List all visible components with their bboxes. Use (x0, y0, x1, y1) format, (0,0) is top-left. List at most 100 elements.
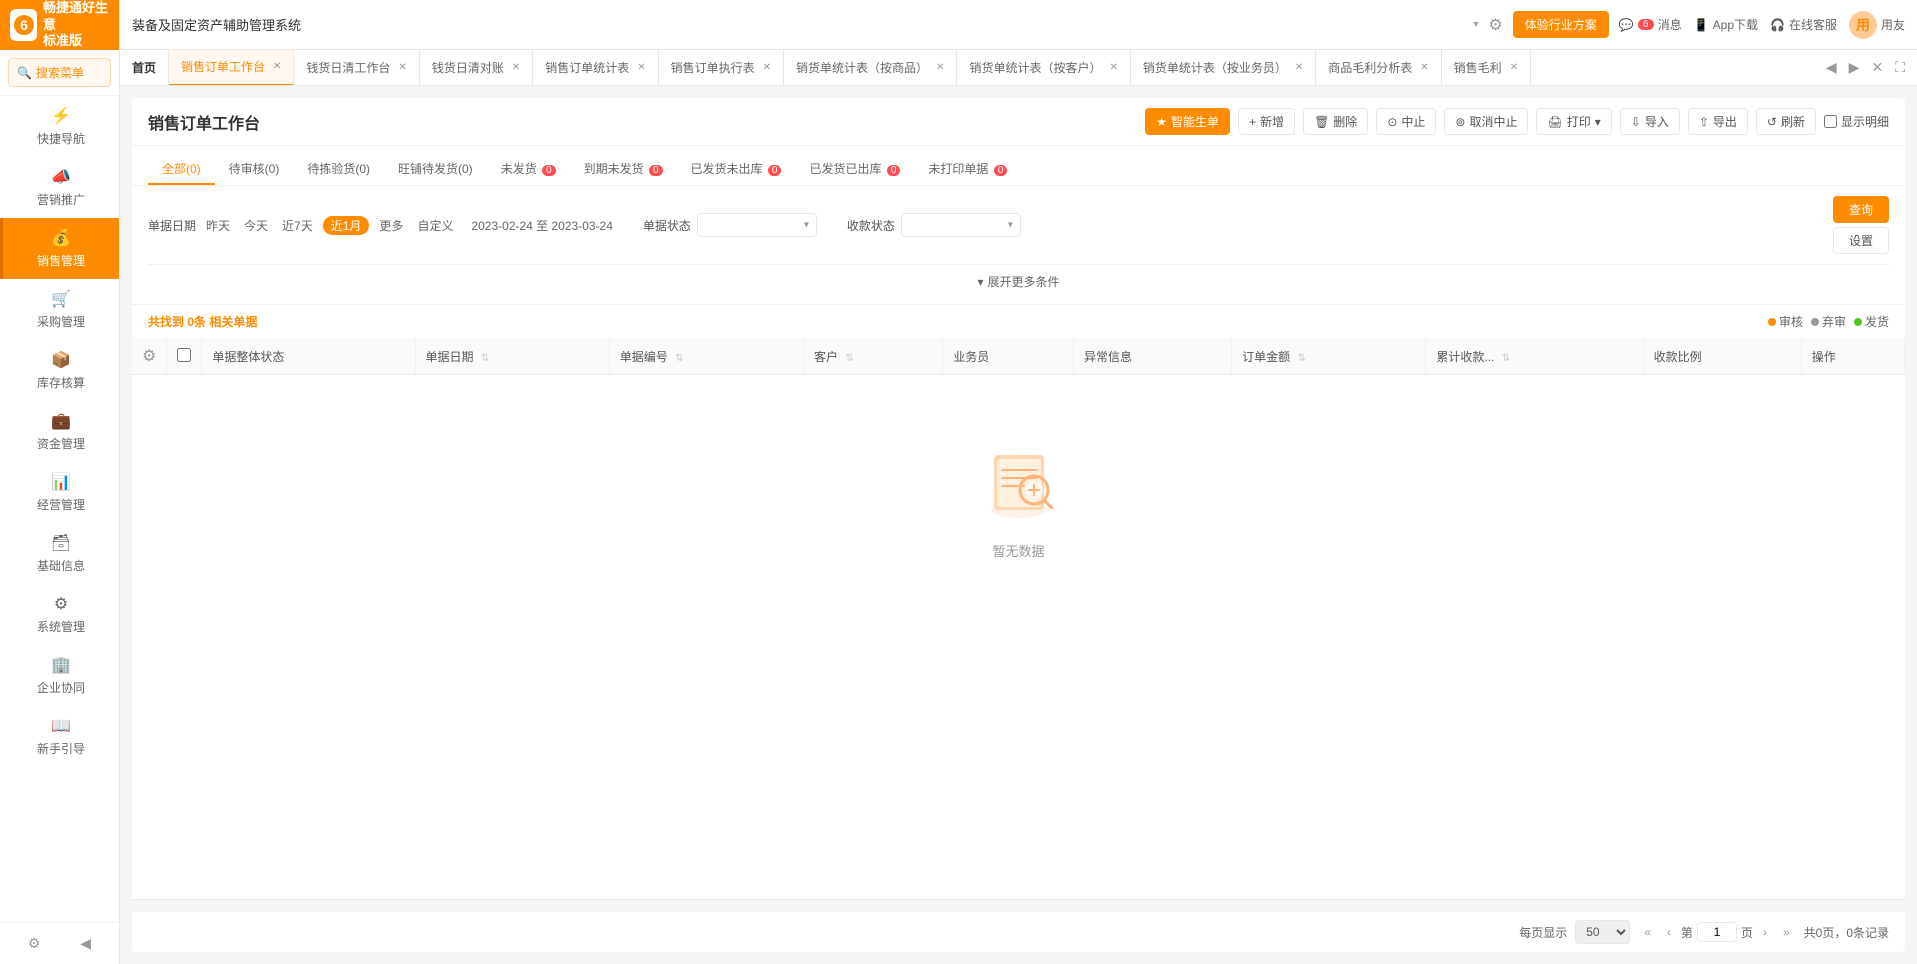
first-page-button[interactable]: « (1638, 923, 1657, 941)
th-customer[interactable]: 客户 ⇅ (804, 338, 943, 375)
tab-home[interactable]: 首页 (120, 50, 169, 86)
tab-close-cash-reconcile[interactable]: ✕ (512, 62, 520, 73)
page-size-select[interactable]: 50 10 20 100 (1575, 920, 1630, 944)
filter-tab-wangpu[interactable]: 旺铺待发货(0) (384, 154, 487, 185)
sidebar-item-guide[interactable]: 📖 新手引导 (0, 706, 119, 767)
date-opt-7days[interactable]: 近7天 (278, 215, 317, 236)
date-opt-1month[interactable]: 近1月 (323, 216, 370, 235)
sidebar-item-basic[interactable]: 🗃 基础信息 (0, 523, 119, 584)
tab-margin-analysis[interactable]: 商品毛利分析表 ✕ (1316, 50, 1441, 86)
print-icon: 🖨 (1547, 115, 1562, 129)
tab-close-margin-analysis[interactable]: ✕ (1420, 62, 1428, 73)
tab-close-all[interactable]: ✕ (1867, 57, 1887, 78)
date-opt-today[interactable]: 今天 (240, 215, 272, 236)
refresh-button[interactable]: ↺ 刷新 (1756, 108, 1816, 135)
tab-cash-reconcile[interactable]: 钱货日清对账 ✕ (420, 50, 533, 86)
sidebar-settings-button[interactable]: ⚙ (24, 931, 45, 956)
cancel-stop-button[interactable]: ⊚ 取消中止 (1444, 108, 1528, 135)
show-detail-checkbox[interactable] (1824, 115, 1837, 128)
date-opt-yesterday[interactable]: 昨天 (202, 215, 234, 236)
filter-tab-shipped-not-out[interactable]: 已发货未出库 0 (677, 154, 796, 185)
sidebar-item-finance[interactable]: 💼 资金管理 (0, 401, 119, 462)
tab-close-sales-profit[interactable]: ✕ (1510, 62, 1518, 73)
tab-sales-product[interactable]: 销货单统计表（按商品） ✕ (784, 50, 957, 86)
header-settings-icon[interactable]: ⚙ (1488, 15, 1502, 35)
sidebar-item-inventory[interactable]: 📦 库存核算 (0, 340, 119, 401)
next-page-button[interactable]: › (1757, 923, 1773, 941)
page-number-input[interactable] (1697, 922, 1737, 942)
cancel-audit-action[interactable]: 弃审 (1811, 313, 1846, 330)
select-all-checkbox[interactable] (177, 348, 191, 362)
delete-button[interactable]: 🗑 删除 (1303, 108, 1368, 135)
industry-solution-button[interactable]: 体验行业方案 (1513, 11, 1609, 38)
tab-scroll-right[interactable]: ▶ (1845, 57, 1864, 78)
smart-create-button[interactable]: ★ 智能生单 (1145, 108, 1230, 135)
tab-scroll-left[interactable]: ◀ (1822, 57, 1841, 78)
empty-state: 暂无数据 (132, 375, 1905, 620)
system-dropdown-arrow[interactable]: ▾ (1473, 19, 1478, 30)
app-download-button[interactable]: 📱 App下载 (1694, 16, 1758, 33)
tab-sales-workbench[interactable]: 销售订单工作台 ✕ (169, 50, 294, 86)
tab-close-sales-customer[interactable]: ✕ (1109, 62, 1117, 73)
show-detail-label[interactable]: 显示明细 (1824, 113, 1889, 130)
tab-close-cash-daily[interactable]: ✕ (398, 62, 406, 73)
tab-maximize[interactable]: ⛶ (1891, 57, 1909, 78)
overdue-badge: 0 (649, 165, 663, 176)
sidebar-item-marketing[interactable]: 📣 营销推广 (0, 157, 119, 218)
th-exception[interactable]: 异常信息 (1073, 338, 1231, 375)
tab-cash-daily[interactable]: 钱货日清工作台 ✕ (294, 50, 419, 86)
tab-sales-staff[interactable]: 销货单统计表（按业务员） ✕ (1131, 50, 1316, 86)
print-button[interactable]: 🖨 打印 ▾ (1536, 108, 1611, 135)
filter-tab-shipped-out[interactable]: 已发货已出库 0 (795, 154, 914, 185)
horizontal-scrollbar[interactable] (132, 899, 1905, 911)
add-button[interactable]: + 新增 (1238, 108, 1295, 135)
tab-close-sales-exec[interactable]: ✕ (763, 62, 771, 73)
audit-action[interactable]: 审核 (1768, 313, 1803, 330)
export-button[interactable]: ⇧ 导出 (1688, 108, 1748, 135)
prev-page-button[interactable]: ‹ (1661, 923, 1677, 941)
tab-sales-stats[interactable]: 销售订单统计表 ✕ (533, 50, 658, 86)
tab-sales-exec[interactable]: 销售订单执行表 ✕ (659, 50, 784, 86)
search-menu-button[interactable]: 🔍 搜索菜单 (8, 58, 111, 87)
date-opt-custom[interactable]: 自定义 (413, 215, 457, 236)
sidebar-item-system[interactable]: ⚙ 系统管理 (0, 584, 119, 645)
sidebar-item-enterprise[interactable]: 🏢 企业协同 (0, 645, 119, 706)
payment-select[interactable] (901, 213, 1021, 237)
sidebar-item-sales[interactable]: 💰 销售管理 (0, 218, 119, 279)
sidebar-item-purchase[interactable]: 🛒 采购管理 (0, 279, 119, 340)
th-amount[interactable]: 订单金额 ⇅ (1232, 338, 1426, 375)
tab-close-sales-product[interactable]: ✕ (936, 62, 944, 73)
filter-tab-not-printed[interactable]: 未打印单据 0 (914, 154, 1021, 185)
stop-button[interactable]: ⊙ 中止 (1376, 108, 1436, 135)
th-number[interactable]: 单据编号 ⇅ (609, 338, 803, 375)
th-date[interactable]: 单据日期 ⇅ (415, 338, 609, 375)
sidebar-bottom: ⚙ ◀ (0, 922, 119, 964)
th-collected[interactable]: 累计收款... ⇅ (1426, 338, 1643, 375)
sidebar-item-quicknav[interactable]: ⚡ 快捷导航 (0, 96, 119, 157)
filter-tab-pending-check[interactable]: 待拣验货(0) (293, 154, 384, 185)
tab-close-sales-staff[interactable]: ✕ (1295, 62, 1303, 73)
query-button[interactable]: 查询 (1833, 196, 1889, 223)
filter-tab-pending-audit[interactable]: 待审核(0) (215, 154, 294, 185)
column-settings-icon[interactable]: ⚙ (142, 348, 156, 365)
sidebar-item-operation[interactable]: 📊 经营管理 (0, 462, 119, 523)
message-button[interactable]: 💬 6 消息 (1619, 16, 1682, 33)
ship-action[interactable]: 发货 (1854, 313, 1889, 330)
status-select[interactable] (697, 213, 817, 237)
filter-tab-not-shipped[interactable]: 未发货 0 (487, 154, 570, 185)
filter-tab-overdue[interactable]: 到期未发货 0 (570, 154, 677, 185)
tab-close-sales-workbench[interactable]: ✕ (273, 61, 281, 72)
filter-tab-all[interactable]: 全部(0) (148, 154, 215, 185)
expand-conditions-button[interactable]: ▾ 展开更多条件 (969, 269, 1067, 294)
tab-sales-profit[interactable]: 销售毛利 ✕ (1442, 50, 1531, 86)
online-service-button[interactable]: 🎧 在线客服 (1770, 16, 1837, 33)
th-salesperson[interactable]: 业务员 (943, 338, 1074, 375)
last-page-button[interactable]: » (1777, 923, 1796, 941)
tab-sales-customer[interactable]: 销货单统计表（按客户） ✕ (957, 50, 1130, 86)
user-menu-button[interactable]: 用 用友 (1849, 11, 1905, 39)
sidebar-collapse-button[interactable]: ◀ (76, 931, 95, 956)
import-button[interactable]: ⇩ 导入 (1620, 108, 1680, 135)
tab-close-sales-stats[interactable]: ✕ (637, 62, 645, 73)
filter-settings-button[interactable]: 设置 (1833, 227, 1889, 254)
date-opt-more[interactable]: 更多 (375, 215, 407, 236)
